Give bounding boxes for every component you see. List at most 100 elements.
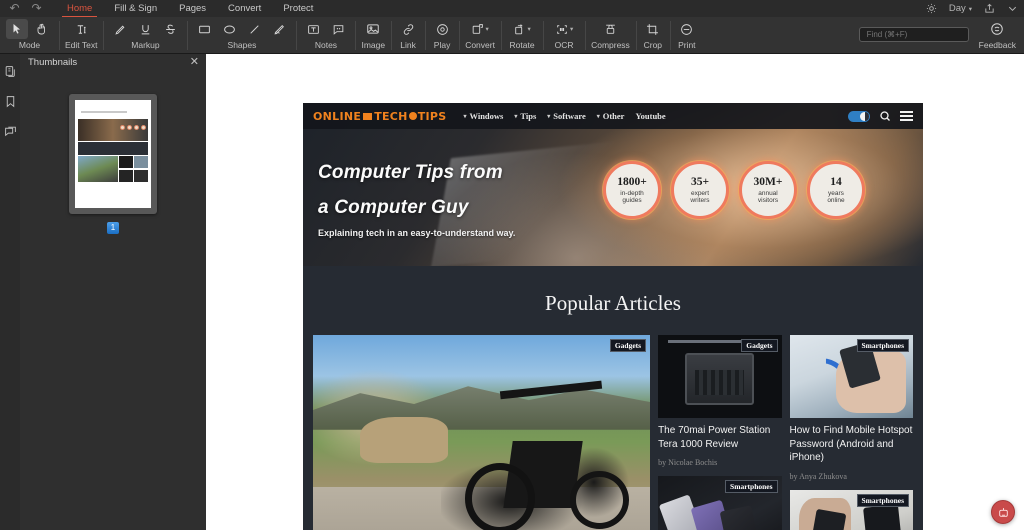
line-icon[interactable] (243, 19, 265, 39)
thumb-image (78, 156, 118, 183)
phone-shape (719, 504, 763, 530)
toolbar-label-image: Image (361, 40, 386, 50)
nav-link-label: Software (553, 111, 586, 121)
article-title[interactable]: The 70mai Power Station Tera 1000 Review (658, 424, 781, 451)
feedback-button[interactable]: Feedback (969, 17, 1024, 50)
compress-icon[interactable] (599, 19, 621, 39)
dark-mode-toggle[interactable] (848, 110, 870, 122)
bike-shape (441, 376, 637, 530)
search-icon[interactable] (879, 110, 891, 122)
find-box[interactable] (858, 27, 977, 42)
text-box-icon[interactable] (302, 19, 324, 39)
play-circle-icon[interactable] (431, 19, 453, 39)
toolbar-group-markup: Markup (103, 17, 187, 54)
stat-label-line2: guides (622, 197, 642, 204)
convert-icon[interactable]: ▾ (465, 19, 495, 39)
menu-tab-pages[interactable]: Pages (168, 1, 217, 17)
comment-icon[interactable] (327, 19, 349, 39)
rectangle-icon[interactable] (193, 19, 215, 39)
chevron-down-icon: ▾ (968, 5, 972, 13)
toolbar-group-image: Image (355, 17, 391, 54)
undo-icon[interactable]: ↶ (8, 2, 21, 15)
nav-link-other[interactable]: ▾ Other (597, 111, 625, 121)
highlighter-icon[interactable] (109, 19, 131, 39)
menu-tab-convert[interactable]: Convert (217, 1, 272, 17)
article-card[interactable]: Smartphones How to Find Mobile Hotspot P… (789, 335, 914, 481)
hamburger-icon[interactable] (900, 111, 913, 121)
comments-icon[interactable] (2, 123, 18, 139)
article-card[interactable]: Smartphones (658, 476, 782, 530)
underline-icon[interactable] (134, 19, 156, 39)
chevron-down-icon: ▾ (463, 113, 467, 120)
toolbar-label-play: Play (433, 40, 451, 50)
search-input[interactable] (866, 30, 977, 39)
toolbar-label-markup: Markup (131, 40, 160, 50)
ellipse-icon[interactable] (218, 19, 240, 39)
bookmark-icon[interactable] (2, 93, 18, 109)
brightness-icon[interactable] (926, 3, 938, 15)
featured-article-card[interactable]: Gadgets (313, 335, 651, 530)
article-card[interactable]: Smartphones (789, 489, 914, 530)
page-number-badge: 1 (107, 222, 119, 234)
sidebar-rail (0, 54, 20, 530)
article-author: by Anya Zhukova (789, 471, 847, 481)
theme-selector[interactable]: Day ▾ (949, 3, 972, 14)
menu-tab-fill-sign[interactable]: Fill & Sign (103, 1, 168, 17)
category-badge[interactable]: Gadgets (741, 339, 778, 352)
category-badge[interactable]: Gadgets (609, 339, 647, 352)
ocr-icon[interactable]: ▾ (549, 19, 579, 39)
hero-title: Computer Tips from a Computer Guy (318, 155, 628, 225)
menu-tab-home[interactable]: Home (56, 1, 103, 18)
menu-tab-protect[interactable]: Protect (272, 1, 324, 17)
stat-label-line2: online (827, 197, 845, 204)
stat-label: annual visitors (758, 190, 778, 205)
stat-label-line1: years (828, 189, 844, 197)
pages-icon[interactable] (2, 63, 18, 79)
print-icon[interactable] (676, 19, 698, 39)
toolbar-label-link: Link (400, 40, 416, 50)
article-card[interactable]: Gadgets The 70mai Power Station Tera 100… (658, 335, 782, 467)
thumb-dot (120, 124, 126, 130)
pencil-icon[interactable] (268, 19, 290, 39)
toolbar-group-convert: ▾ Convert (459, 17, 501, 54)
redo-icon[interactable]: ↷ (30, 2, 43, 15)
nav-right (848, 110, 913, 122)
nav-link-label: Tips (520, 111, 537, 121)
category-badge[interactable]: Smartphones (725, 480, 778, 493)
category-badge[interactable]: Smartphones (856, 493, 910, 507)
handlebar-shape (499, 380, 602, 400)
article-title[interactable]: How to Find Mobile Hotspot Password (And… (790, 424, 913, 465)
hero-title-line1: Computer Tips from (318, 162, 503, 183)
toolbar-label-convert: Convert (465, 40, 495, 50)
nav-link-windows[interactable]: ▾ Windows (463, 111, 503, 121)
hand-icon[interactable] (31, 19, 53, 39)
toolbar-group-shapes: Shapes (187, 17, 296, 54)
close-icon[interactable]: ✕ (190, 56, 199, 68)
chevron-down-icon: ▾ (569, 26, 574, 33)
crop-icon[interactable] (642, 19, 664, 39)
rotate-icon[interactable]: ▾ (507, 19, 537, 39)
assistant-button[interactable] (991, 500, 1015, 524)
menu-bar: ↶ ↷ Home Fill & Sign Pages Convert Prote… (0, 0, 1024, 18)
category-badge[interactable]: Smartphones (856, 339, 910, 352)
nav-link-tips[interactable]: ▾ Tips (514, 111, 536, 121)
image-icon[interactable] (362, 19, 384, 39)
thumb-dot (127, 124, 133, 130)
link-icon[interactable] (397, 19, 419, 39)
thumbnail-preview (75, 100, 151, 208)
logo-text-part3: TIPS (417, 109, 447, 123)
cursor-icon[interactable] (6, 19, 28, 39)
share-icon[interactable] (983, 3, 995, 15)
hamburger-line (900, 118, 913, 121)
thumbnail-page-1[interactable] (69, 94, 157, 214)
nav-link-software[interactable]: ▾ Software (547, 111, 585, 121)
site-logo[interactable]: ONLINE TECH TIPS (313, 110, 446, 123)
wheel-shape (464, 463, 535, 530)
toggle-knob-icon (860, 111, 869, 121)
document-canvas[interactable]: Computer Tips from a Computer Guy Explai… (206, 54, 1024, 530)
collapse-ribbon-icon[interactable] (1006, 3, 1018, 15)
nav-link-youtube[interactable]: Youtube (635, 111, 665, 121)
thumb-image (119, 170, 133, 183)
text-cursor-icon[interactable] (70, 19, 92, 39)
strikethrough-icon[interactable] (159, 19, 181, 39)
